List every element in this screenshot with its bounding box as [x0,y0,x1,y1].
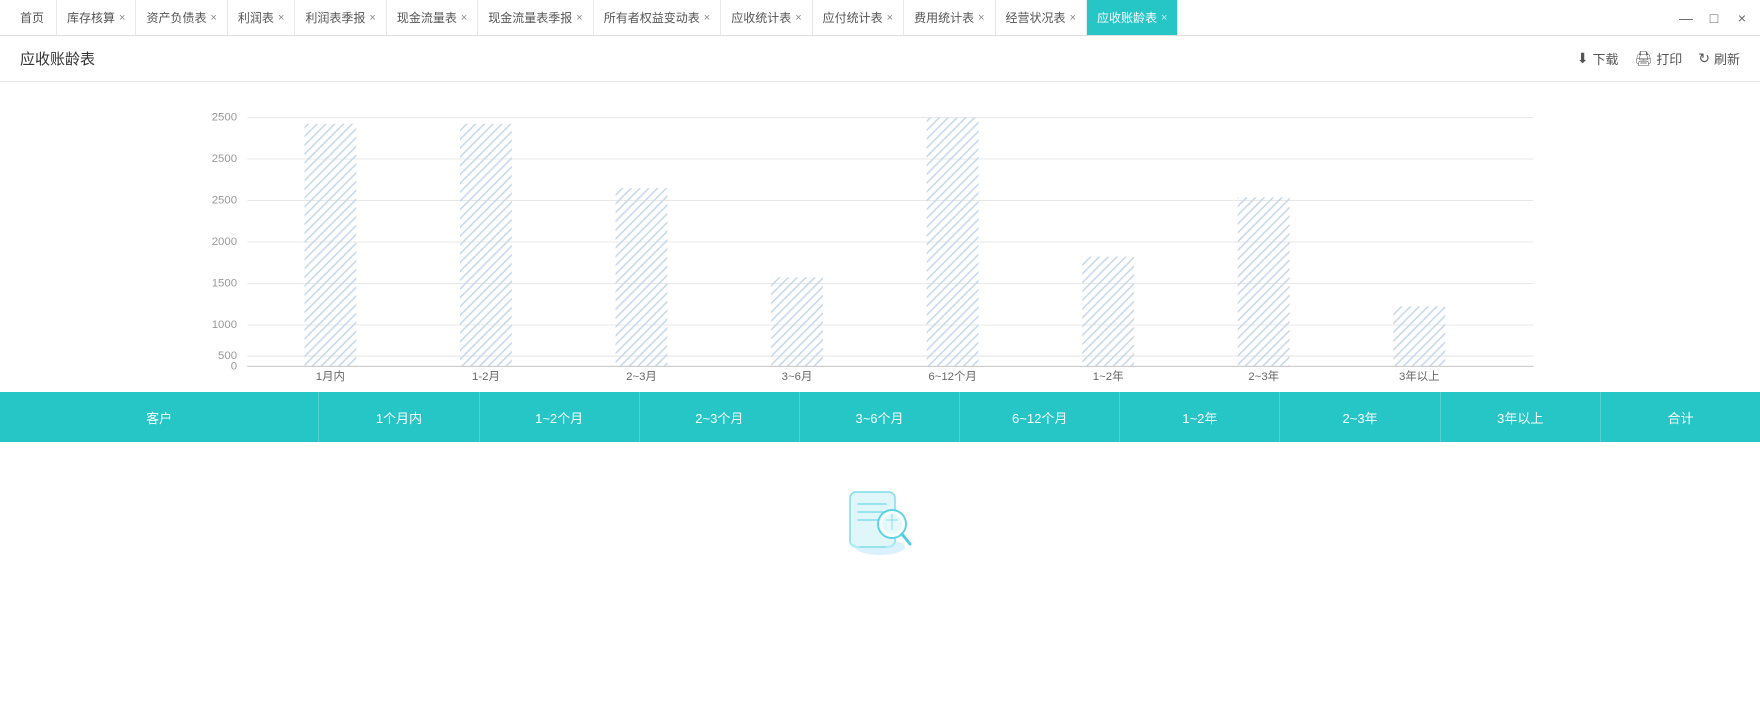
tab-equity-close[interactable]: × [704,12,710,24]
tab-inventory-label: 库存核算 [67,9,115,26]
chart-area: 2500 2500 2500 2000 1500 1000 500 0 [0,82,1760,392]
tab-ap-stats-label: 应付统计表 [823,9,883,26]
tab-balance-sheet-label: 资产负债表 [146,9,206,26]
tab-ar-aging-label: 应收账龄表 [1097,9,1157,26]
page-header: 应收账龄表 ⬇ 下载 🖨 打印 ↻ 刷新 [0,36,1760,82]
th-1-2year: 1~2年 [1120,392,1280,442]
tab-income-close[interactable]: × [278,12,284,24]
tab-ap-stats[interactable]: 应付统计表 × [813,0,904,35]
refresh-label: 刷新 [1714,49,1740,68]
empty-icon [830,472,930,562]
th-3-6month: 3~6个月 [800,392,960,442]
download-label: 下载 [1592,49,1618,68]
tab-operations-close[interactable]: × [1070,12,1076,24]
tab-income-quarterly-close[interactable]: × [369,12,375,24]
tab-expense-stats[interactable]: 费用统计表 × [904,0,995,35]
svg-text:2~3月: 2~3月 [626,371,657,382]
bar-2-3年 [1238,197,1290,366]
tab-operations[interactable]: 经营状况表 × [996,0,1087,35]
bar-1-2年 [1082,257,1134,367]
svg-text:6~12个月: 6~12个月 [928,370,976,382]
svg-text:1月内: 1月内 [316,369,345,382]
tab-cashflow-quarterly[interactable]: 现金流量表季报 × [478,0,593,35]
svg-text:3年以上: 3年以上 [1399,369,1440,382]
header-actions: ⬇ 下载 🖨 打印 ↻ 刷新 [1577,49,1740,68]
print-icon: 🖨 [1634,50,1652,67]
tab-cashflow-label: 现金流量表 [397,9,457,26]
page-title: 应收账龄表 [20,48,95,69]
tab-cashflow-close[interactable]: × [461,12,467,24]
minimize-button[interactable]: — [1676,8,1696,28]
tab-ar-aging-close[interactable]: × [1161,12,1167,24]
th-customer: 客户 [0,392,319,442]
tab-expense-stats-close[interactable]: × [978,12,984,24]
th-2-3year: 2~3年 [1280,392,1440,442]
tab-balance-sheet[interactable]: 资产负债表 × [136,0,227,35]
svg-text:1~2年: 1~2年 [1093,369,1124,382]
tab-bar: 首页 库存核算 × 资产负债表 × 利润表 × 利润表季报 × 现金流量表 × … [0,0,1760,36]
refresh-button[interactable]: ↻ 刷新 [1698,49,1740,68]
tab-income-quarterly[interactable]: 利润表季报 × [295,0,386,35]
svg-text:2500: 2500 [212,112,237,124]
tab-equity-label: 所有者权益变动表 [604,9,700,26]
tab-inventory-close[interactable]: × [119,12,125,24]
tab-income-label: 利润表 [238,9,274,26]
svg-text:2000: 2000 [212,236,237,248]
tab-ar-stats-label: 应收统计表 [731,9,791,26]
tab-inventory[interactable]: 库存核算 × [57,0,136,35]
tab-income[interactable]: 利润表 × [228,0,295,35]
empty-illustration [830,472,930,562]
tab-income-quarterly-label: 利润表季报 [305,9,365,26]
th-1month: 1个月内 [319,392,479,442]
table-header: 客户 1个月内 1~2个月 2~3个月 3~6个月 6~12个月 1~2年 2~… [0,392,1760,442]
refresh-icon: ↻ [1698,50,1710,67]
svg-text:2~3年: 2~3年 [1248,369,1279,382]
window-controls: — □ × [1676,8,1752,28]
th-3year-plus: 3年以上 [1441,392,1601,442]
maximize-button[interactable]: □ [1704,8,1724,28]
tab-operations-label: 经营状况表 [1006,9,1066,26]
chart-container: 2500 2500 2500 2000 1500 1000 500 0 [40,102,1720,382]
th-2-3month: 2~3个月 [640,392,800,442]
close-button[interactable]: × [1732,8,1752,28]
bar-3年以上 [1393,306,1445,366]
tab-balance-sheet-close[interactable]: × [210,12,216,24]
bar-chart: 2500 2500 2500 2000 1500 1000 500 0 [40,102,1720,382]
download-icon: ⬇ [1577,50,1589,67]
svg-text:0: 0 [231,361,237,373]
svg-text:2500: 2500 [212,153,237,165]
tab-cashflow-quarterly-close[interactable]: × [576,12,582,24]
bar-3-6月 [771,277,823,366]
print-label: 打印 [1656,49,1682,68]
empty-state [0,442,1760,721]
bar-1-2月 [460,124,512,367]
tab-expense-stats-label: 费用统计表 [914,9,974,26]
th-6-12month: 6~12个月 [960,392,1120,442]
svg-text:2500: 2500 [212,195,237,207]
tab-equity[interactable]: 所有者权益变动表 × [594,0,721,35]
download-button[interactable]: ⬇ 下载 [1577,49,1619,68]
tab-ar-stats[interactable]: 应收统计表 × [721,0,812,35]
th-1-2month: 1~2个月 [480,392,640,442]
tab-cashflow[interactable]: 现金流量表 × [387,0,478,35]
svg-text:1500: 1500 [212,278,237,290]
th-total: 合计 [1601,392,1760,442]
tab-ar-stats-close[interactable]: × [795,12,801,24]
bar-2-3月 [616,188,668,366]
tab-home-label: 首页 [20,9,44,26]
tab-home[interactable]: 首页 [8,0,57,35]
tab-ar-aging[interactable]: 应收账龄表 × [1087,0,1178,35]
tab-cashflow-quarterly-label: 现金流量表季报 [488,9,572,26]
bar-6-12月 [927,118,979,367]
svg-text:3~6月: 3~6月 [782,371,813,382]
svg-text:1000: 1000 [212,319,237,331]
tab-ap-stats-close[interactable]: × [887,12,893,24]
bar-1月内 [304,124,356,367]
main-content: 2500 2500 2500 2000 1500 1000 500 0 [0,82,1760,721]
print-button[interactable]: 🖨 打印 [1634,49,1682,68]
svg-text:1-2月: 1-2月 [472,371,500,382]
